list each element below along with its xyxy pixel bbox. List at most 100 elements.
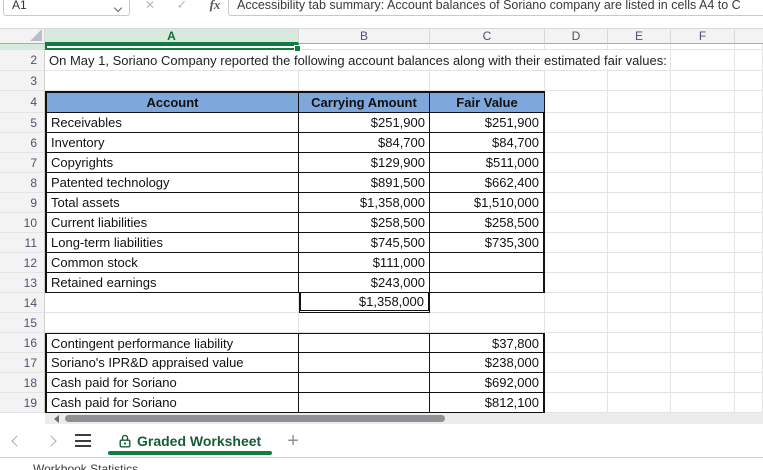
cell-F18[interactable] bbox=[671, 373, 735, 393]
cell-C6[interactable]: $84,700 bbox=[430, 133, 545, 153]
cell-D17[interactable] bbox=[545, 353, 608, 373]
col-header-C[interactable]: C bbox=[430, 29, 545, 44]
col-header-partial[interactable] bbox=[735, 29, 763, 44]
cell-A10[interactable]: Current liabilities bbox=[45, 213, 299, 233]
cell-C11[interactable]: $735,300 bbox=[430, 233, 545, 253]
cell-E17[interactable] bbox=[608, 353, 671, 373]
row-header-15[interactable]: 15 bbox=[0, 313, 45, 333]
cell-B10[interactable]: $258,500 bbox=[299, 213, 430, 233]
cell-D19[interactable] bbox=[545, 393, 608, 413]
cell-F16[interactable] bbox=[671, 333, 735, 353]
cell-F11[interactable] bbox=[671, 233, 735, 253]
cell-G3[interactable] bbox=[735, 71, 763, 91]
insert-function-icon[interactable]: fx bbox=[203, 0, 227, 16]
cell-E18[interactable] bbox=[608, 373, 671, 393]
cell-E11[interactable] bbox=[608, 233, 671, 253]
cell-G5[interactable] bbox=[735, 113, 763, 133]
cell-E10[interactable] bbox=[608, 213, 671, 233]
row-header-8[interactable]: 8 bbox=[0, 173, 45, 193]
cell-G10[interactable] bbox=[735, 213, 763, 233]
row-header-19[interactable]: 19 bbox=[0, 393, 45, 413]
row-header-6[interactable]: 6 bbox=[0, 133, 45, 153]
cell-E16[interactable] bbox=[608, 333, 671, 353]
cell-C8[interactable]: $662,400 bbox=[430, 173, 545, 193]
row-header-13[interactable]: 13 bbox=[0, 273, 45, 293]
cell-B14[interactable]: $1,358,000 bbox=[299, 293, 430, 313]
cell-D5[interactable] bbox=[545, 113, 608, 133]
cell-F15[interactable] bbox=[671, 313, 735, 333]
cell-A4[interactable]: Account bbox=[45, 91, 299, 113]
col-header-D[interactable]: D bbox=[545, 29, 608, 44]
cell-C4[interactable]: Fair Value bbox=[430, 91, 545, 113]
cell-C14[interactable] bbox=[430, 293, 545, 313]
cell-C19[interactable]: $812,100 bbox=[430, 393, 545, 413]
cell-D12[interactable] bbox=[545, 253, 608, 273]
cell-E9[interactable] bbox=[608, 193, 671, 213]
cell-B17[interactable] bbox=[299, 353, 430, 373]
row-header-10[interactable]: 10 bbox=[0, 213, 45, 233]
cell-C17[interactable]: $238,000 bbox=[430, 353, 545, 373]
cell-E14[interactable] bbox=[608, 293, 671, 313]
cell-E19[interactable] bbox=[608, 393, 671, 413]
confirm-icon[interactable]: ✓ bbox=[170, 0, 194, 16]
cell-B19[interactable] bbox=[299, 393, 430, 413]
cell-G12[interactable] bbox=[735, 253, 763, 273]
cell-C18[interactable]: $692,000 bbox=[430, 373, 545, 393]
cell-F10[interactable] bbox=[671, 213, 735, 233]
fill-handle[interactable] bbox=[294, 45, 301, 52]
cell-D3[interactable] bbox=[545, 71, 608, 91]
cell-E1[interactable] bbox=[608, 44, 671, 50]
cell-F9[interactable] bbox=[671, 193, 735, 213]
cell-E3[interactable] bbox=[608, 71, 671, 91]
cell-A17[interactable]: Soriano's IPR&D appraised value bbox=[45, 353, 299, 373]
cell-F1[interactable] bbox=[671, 44, 735, 50]
cell-G19[interactable] bbox=[735, 393, 763, 413]
cell-F17[interactable] bbox=[671, 353, 735, 373]
col-header-E[interactable]: E bbox=[608, 29, 671, 44]
row-header-3[interactable]: 3 bbox=[0, 71, 45, 91]
col-header-F[interactable]: F bbox=[671, 29, 735, 44]
add-sheet-button[interactable]: + bbox=[287, 431, 299, 451]
row-header-11[interactable]: 11 bbox=[0, 233, 45, 253]
cell-A7[interactable]: Copyrights bbox=[45, 153, 299, 173]
cell-A16[interactable]: Contingent performance liability bbox=[45, 333, 299, 353]
tab-graded-worksheet[interactable]: Graded Worksheet bbox=[108, 424, 273, 457]
cell-G4[interactable] bbox=[735, 91, 763, 113]
cell-B1[interactable] bbox=[299, 44, 430, 50]
cell-E12[interactable] bbox=[608, 253, 671, 273]
row-header-2[interactable]: 2 bbox=[0, 50, 45, 71]
name-box-dropdown-icon[interactable] bbox=[113, 3, 123, 13]
row-header-5[interactable]: 5 bbox=[0, 113, 45, 133]
cancel-icon[interactable]: ✕ bbox=[138, 0, 162, 16]
cell-B3[interactable] bbox=[299, 71, 430, 91]
cell-C7[interactable]: $511,000 bbox=[430, 153, 545, 173]
cell-A9[interactable]: Total assets bbox=[45, 193, 299, 213]
cell-D18[interactable] bbox=[545, 373, 608, 393]
name-box[interactable]: A1 bbox=[3, 0, 130, 16]
all-sheets-menu-icon[interactable] bbox=[75, 434, 91, 447]
next-sheet-icon[interactable] bbox=[45, 434, 57, 447]
cell-E6[interactable] bbox=[608, 133, 671, 153]
cell-B15[interactable] bbox=[299, 313, 430, 333]
cell-D10[interactable] bbox=[545, 213, 608, 233]
cell-B16[interactable] bbox=[299, 333, 430, 353]
cell-F7[interactable] bbox=[671, 153, 735, 173]
cell-B8[interactable]: $891,500 bbox=[299, 173, 430, 193]
col-header-A[interactable]: A bbox=[45, 29, 299, 44]
cell-G17[interactable] bbox=[735, 353, 763, 373]
cell-B18[interactable] bbox=[299, 373, 430, 393]
cell-C3[interactable] bbox=[430, 71, 545, 91]
col-header-B[interactable]: B bbox=[299, 29, 430, 44]
cell-G14[interactable] bbox=[735, 293, 763, 313]
cell-C5[interactable]: $251,900 bbox=[430, 113, 545, 133]
cell-F8[interactable] bbox=[671, 173, 735, 193]
cell-B13[interactable]: $243,000 bbox=[299, 273, 430, 293]
prev-sheet-icon[interactable] bbox=[11, 434, 23, 447]
cell-D11[interactable] bbox=[545, 233, 608, 253]
cell-E5[interactable] bbox=[608, 113, 671, 133]
cell-A11[interactable]: Long-term liabilities bbox=[45, 233, 299, 253]
cell-A14[interactable] bbox=[45, 293, 299, 313]
cell-A2[interactable]: On May 1, Soriano Company reported the f… bbox=[45, 50, 669, 71]
cell-C13[interactable] bbox=[430, 273, 545, 293]
cell-E7[interactable] bbox=[608, 153, 671, 173]
